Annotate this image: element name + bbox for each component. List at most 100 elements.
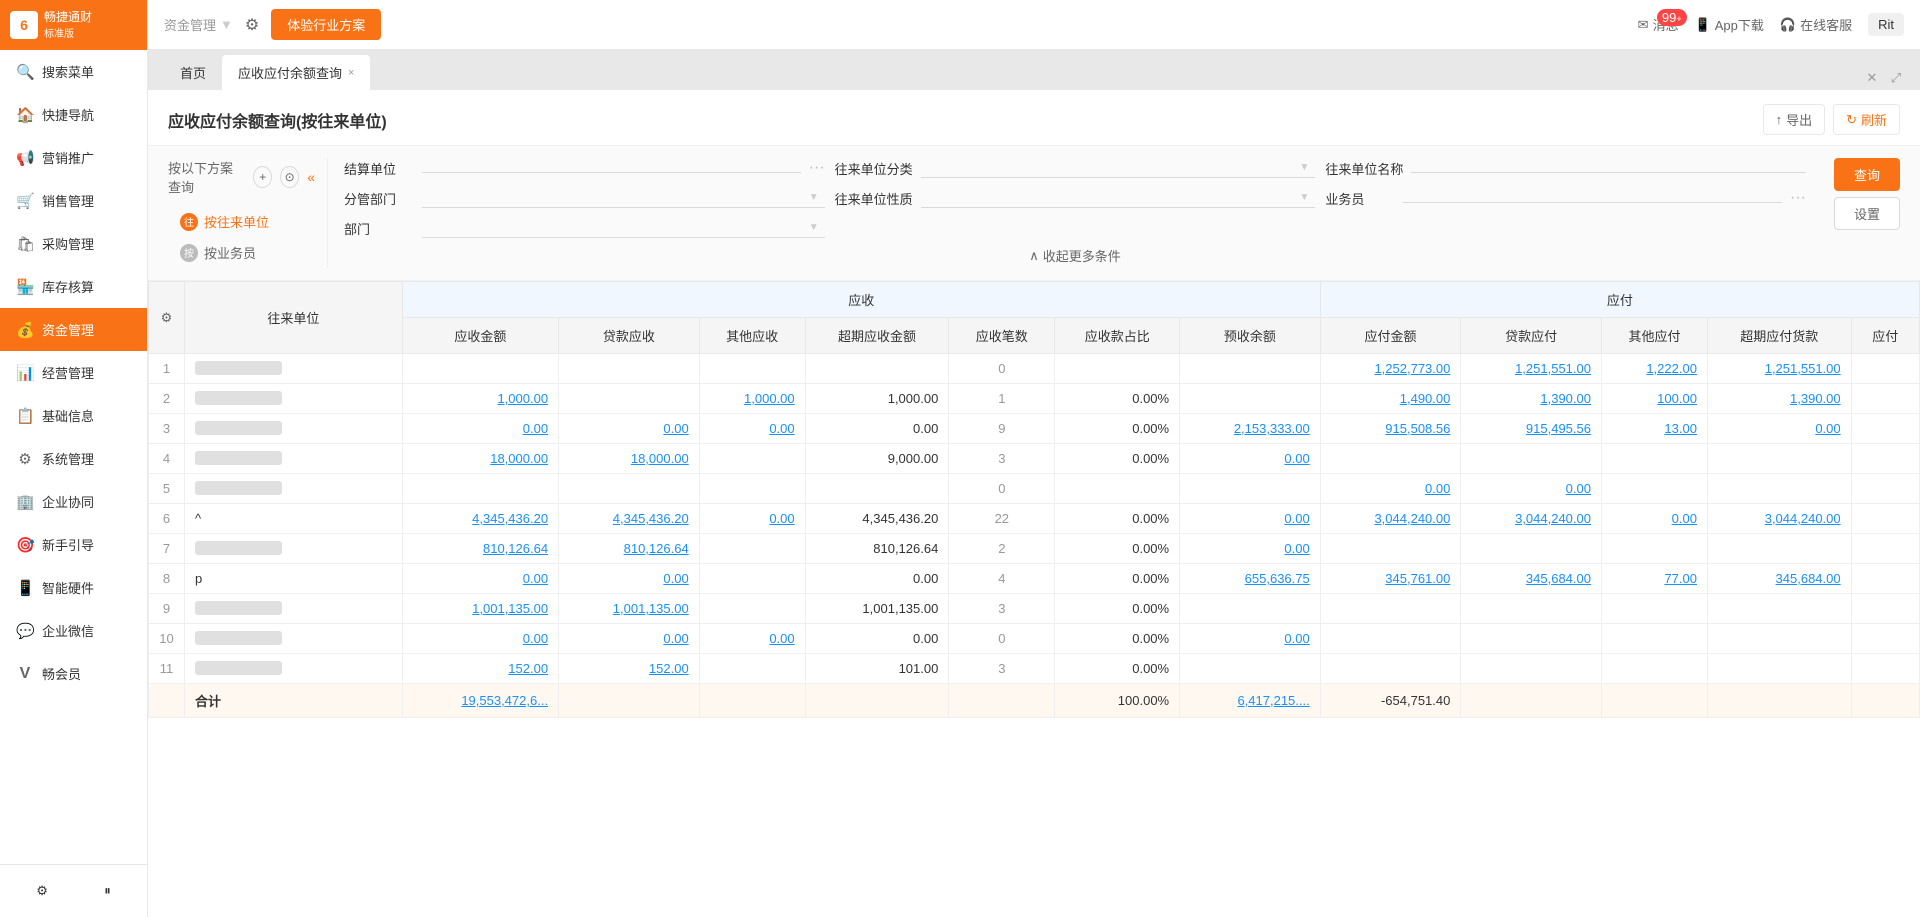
filter-add-button[interactable]: + [253,166,272,188]
filter-collapse-button[interactable]: « [307,169,315,185]
data-table: ⚙ 往来单位 应收 应付 应收金额 贷款应收 其他应收 超期应收金额 应收笔数 … [148,281,1920,718]
inventory-icon: 🏪 [16,278,34,296]
refresh-icon: ↻ [1846,112,1857,128]
wanglai-name-label: 往来单位名称 [1325,159,1403,178]
filter-setting-button[interactable]: ⊙ [280,166,299,188]
th-yszhanbi: 应收款占比 [1055,318,1180,354]
sidebar-label-marketing: 营销推广 [42,148,94,167]
sidebar-item-corp[interactable]: 🏢 企业协同 [0,480,147,523]
online-service-button[interactable]: 🎧 在线客服 [1780,15,1852,34]
sidebar-item-member[interactable]: V 畅会员 [0,652,147,695]
sidebar-item-operation[interactable]: 📊 经营管理 [0,351,147,394]
system-icon: ⚙ [16,450,34,468]
jiesuan-dots-icon[interactable]: ··· [809,159,825,177]
sidebar-label-guide: 新手引导 [42,535,94,554]
tab-receivable[interactable]: 应收应付余额查询 × [222,55,370,90]
filter-row-wanglai-fenlei: 往来单位分类 ▼ [835,158,1316,178]
filter-salesman-icon: 按 [180,244,198,262]
table-area[interactable]: ⚙ 往来单位 应收 应付 应收金额 贷款应收 其他应收 超期应收金额 应收笔数 … [148,281,1920,917]
yewuyuan-dots-icon[interactable]: ··· [1790,189,1806,207]
app-logo: 6 畅捷通财 标准版 [0,0,147,50]
table-row: 8p0.000.000.0040.00%655,636.75345,761.00… [149,564,1920,594]
table-row: 7XXXXXXXXXX810,126.64810,126.64810,126.6… [149,534,1920,564]
sidebar-bottom-pause[interactable]: ⏸ [98,877,117,905]
xingzhi-chevron-icon: ▼ [1299,192,1309,203]
topbar-right: ✉ 消息 99+ 📱 App下载 🎧 在线客服 Rit [1638,13,1904,36]
table-row: 5XXXXXXXXXX00.000.00 [149,474,1920,504]
user-name: Rit [1878,17,1894,32]
tabbar: 首页 应收应付余额查询 × ✕ ⤢ [148,50,1920,90]
refresh-button[interactable]: ↻ 刷新 [1833,104,1900,135]
purchase-icon: 🛍 [16,235,34,253]
sidebar-item-search[interactable]: 🔍 搜索菜单 [0,50,147,93]
window-maximize-button[interactable]: ⤢ [1888,70,1904,86]
logo-text: 畅捷通财 [44,10,92,26]
wanglai-fenlei-label: 往来单位分类 [835,159,913,178]
filter-top: 按以下方案查询 + ⊙ « [168,158,315,196]
sidebar-label-basic: 基础信息 [42,406,94,425]
th-yingshou-group: 应收 [402,282,1320,318]
th-cqysje: 超期应收金额 [805,318,949,354]
sidebar-item-hardware[interactable]: 📱 智能硬件 [0,566,147,609]
sidebar-item-inventory[interactable]: 🏪 库存核算 [0,265,147,308]
sidebar: 6 畅捷通财 标准版 🔍 搜索菜单 🏠 快捷导航 📢 营销推广 🛒 销售管理 🛍… [0,0,148,917]
wanglai-name-input[interactable] [1411,164,1806,173]
settings-button[interactable]: 设置 [1834,197,1900,230]
topbar: 资金管理 ▼ ⚙ 体验行业方案 ✉ 消息 99+ 📱 App下载 🎧 在线客服 … [148,0,1920,50]
sidebar-item-system[interactable]: ⚙ 系统管理 [0,437,147,480]
window-close-button[interactable]: ✕ [1864,70,1880,86]
th-yingfu-group: 应付 [1320,282,1919,318]
collapse-link[interactable]: ∧ 收起更多条件 [344,246,1806,265]
sidebar-item-weixin[interactable]: 💬 企业微信 [0,609,147,652]
xingzhi-select[interactable]: ▼ [921,188,1316,208]
filter-collapse-area: ∧ 收起更多条件 [344,246,1806,265]
logo-badge: 标准版 [44,25,92,40]
sidebar-item-sales[interactable]: 🛒 销售管理 [0,179,147,222]
filter-option-salesman[interactable]: 按 按业务员 [168,237,315,268]
main-content: 资金管理 ▼ ⚙ 体验行业方案 ✉ 消息 99+ 📱 App下载 🎧 在线客服 … [148,0,1920,917]
filter-section: 按以下方案查询 + ⊙ « 往 按往来单位 按 按业务员 [168,158,1900,268]
sidebar-item-quicknav[interactable]: 🏠 快捷导航 [0,93,147,136]
service-label: 在线客服 [1800,15,1852,34]
jiesuan-input[interactable] [422,164,801,173]
th-ysje: 应收金额 [402,318,558,354]
chevron-down-icon: ▼ [220,17,233,32]
breadcrumb: 资金管理 ▼ [164,15,233,34]
sidebar-item-marketing[interactable]: 📢 营销推广 [0,136,147,179]
sidebar-item-guide[interactable]: 🎯 新手引导 [0,523,147,566]
th-qtyf: 其他应付 [1601,318,1707,354]
topbar-gear-icon[interactable]: ⚙ [245,15,259,35]
sidebar-bottom-settings[interactable]: ⚙ [30,877,54,905]
sidebar-item-finance[interactable]: 💰 资金管理 [0,308,147,351]
table-gear-icon[interactable]: ⚙ [161,310,173,325]
collapse-up-icon: ∧ [1029,248,1039,264]
query-button[interactable]: 查询 [1834,158,1900,191]
sidebar-label-operation: 经营管理 [42,363,94,382]
breadcrumb-text: 资金管理 [164,15,216,34]
fenguang-label: 分管部门 [344,189,414,208]
fenguang-chevron-icon: ▼ [809,192,819,203]
user-info[interactable]: Rit [1868,13,1904,36]
tab-close-icon[interactable]: × [348,67,354,79]
sidebar-item-basic[interactable]: 📋 基础信息 [0,394,147,437]
table-row: 9XXXXXXXXXX1,001,135.001,001,135.001,001… [149,594,1920,624]
filter-option-unit[interactable]: 往 按往来单位 [168,206,315,237]
dept-select[interactable]: ▼ [422,218,825,238]
weixin-icon: 💬 [16,622,34,640]
th-dkys: 贷款应收 [559,318,700,354]
solution-button[interactable]: 体验行业方案 [271,9,381,40]
tab-home[interactable]: 首页 [164,55,222,90]
filter-row-yewuyuan: 业务员 ··· [1325,188,1806,208]
wanglai-fenlei-select[interactable]: ▼ [921,158,1316,178]
sidebar-label-corp: 企业协同 [42,492,94,511]
th-setting[interactable]: ⚙ [149,282,185,354]
message-button[interactable]: ✉ 消息 99+ [1638,15,1679,34]
yewuyuan-input[interactable] [1403,194,1782,203]
export-button[interactable]: ↑ 导出 [1763,104,1826,135]
app-download-button[interactable]: 📱 App下载 [1695,15,1764,34]
marketing-icon: 📢 [16,149,34,167]
sidebar-item-purchase[interactable]: 🛍 采购管理 [0,222,147,265]
table-row: 3XXXXXXXXXX0.000.000.000.0090.00%2,153,3… [149,414,1920,444]
fenguang-select[interactable]: ▼ [422,188,825,208]
filter-unit-icon: 往 [180,213,198,231]
